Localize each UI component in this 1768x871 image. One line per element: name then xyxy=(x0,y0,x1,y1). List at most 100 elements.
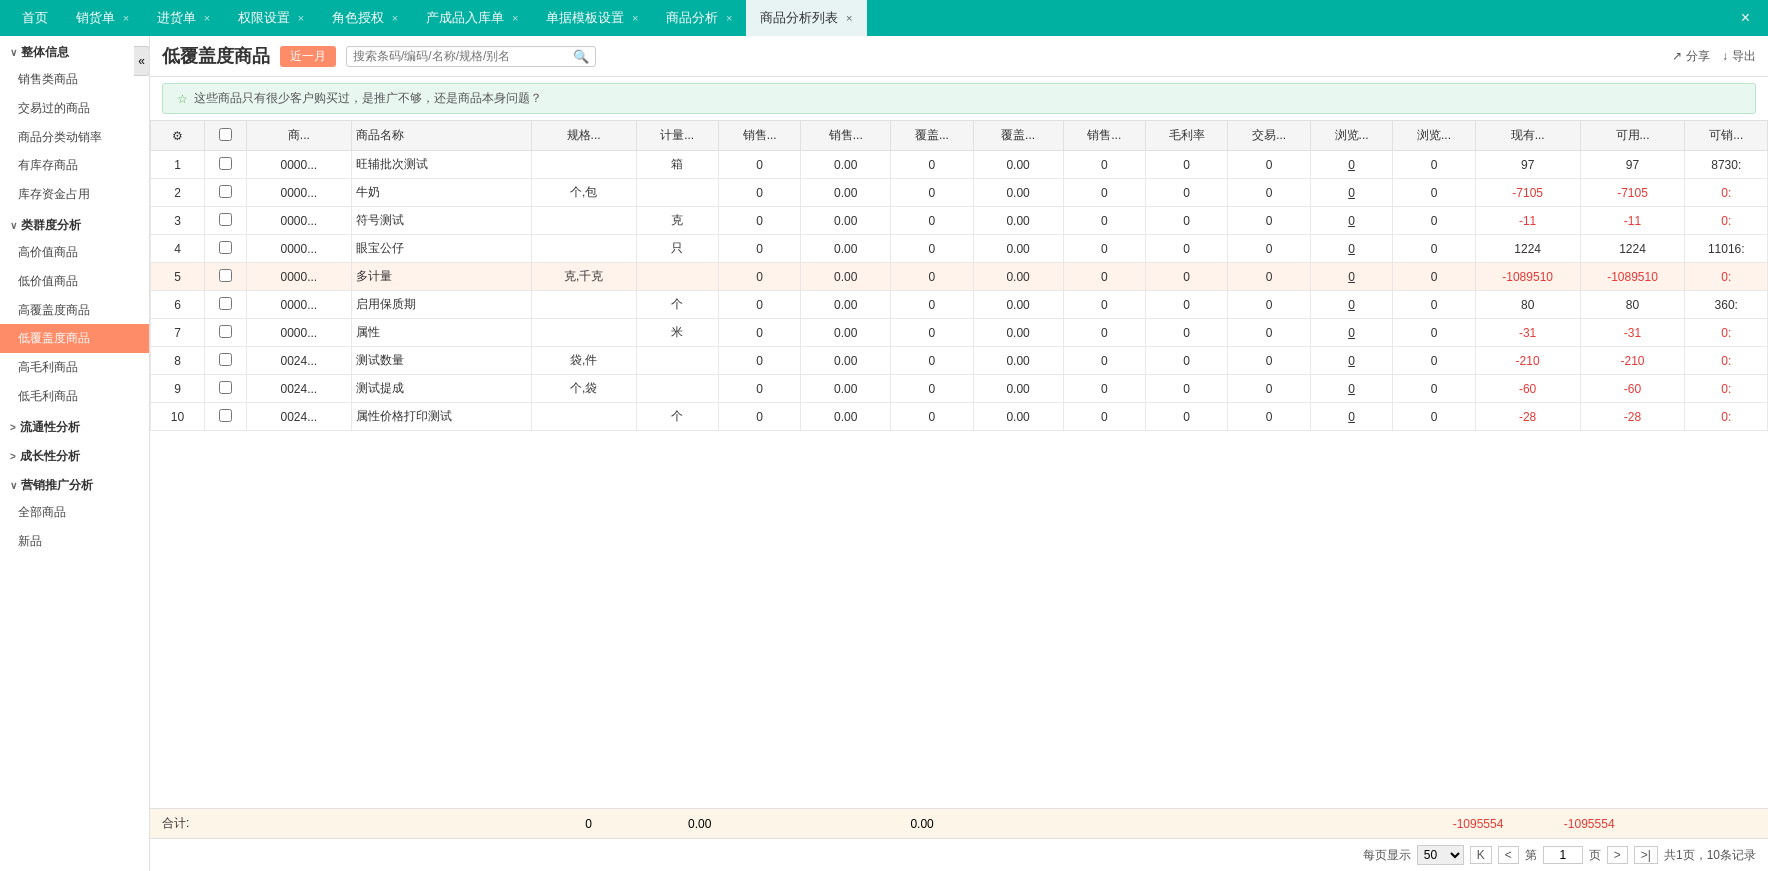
next-page-button[interactable]: > xyxy=(1607,846,1628,864)
cell-check[interactable] xyxy=(204,179,246,207)
nav-close-analysis-list[interactable]: × xyxy=(846,12,852,24)
sidebar-item-high-coverage[interactable]: 高覆盖度商品 xyxy=(0,296,149,325)
cell-b1[interactable]: 0 xyxy=(1310,263,1392,291)
cell-s1: 0 xyxy=(718,235,800,263)
nav-analysis-list[interactable]: 商品分析列表 × xyxy=(746,0,866,36)
share-button[interactable]: ↗ 分享 xyxy=(1672,48,1710,65)
app-close-button[interactable]: × xyxy=(1731,0,1760,36)
sidebar-item-low-margin[interactable]: 低毛利商品 xyxy=(0,382,149,411)
select-all-checkbox[interactable] xyxy=(219,128,232,141)
sidebar-item-low-coverage[interactable]: 低覆盖度商品 xyxy=(0,324,149,353)
nav-products[interactable]: 产成品入库单 × xyxy=(412,0,532,36)
sidebar-item-sales-goods[interactable]: 销售类商品 xyxy=(0,65,149,94)
data-table-container[interactable]: ⚙ 商... 商品名称 规格... 计量... 销售... 销售... 覆盖..… xyxy=(150,120,1768,808)
first-page-button[interactable]: K xyxy=(1470,846,1492,864)
row-checkbox[interactable] xyxy=(219,157,232,170)
page-number-input[interactable] xyxy=(1543,846,1583,864)
row-checkbox[interactable] xyxy=(219,409,232,422)
nav-home[interactable]: 首页 xyxy=(8,0,62,36)
cell-b1[interactable]: 0 xyxy=(1310,179,1392,207)
cell-check[interactable] xyxy=(204,347,246,375)
cell-available: 80 xyxy=(1580,291,1685,319)
cell-b1[interactable]: 0 xyxy=(1310,151,1392,179)
nav-close-sales[interactable]: × xyxy=(123,12,129,24)
cell-name: 眼宝公仔 xyxy=(351,235,531,263)
sidebar-section-liquidity[interactable]: > 流通性分析 xyxy=(0,411,149,440)
cell-b1[interactable]: 0 xyxy=(1310,319,1392,347)
cell-c1: 0 xyxy=(891,235,973,263)
sidebar-item-all-goods[interactable]: 全部商品 xyxy=(0,498,149,527)
row-checkbox[interactable] xyxy=(219,269,232,282)
nav-sales[interactable]: 销货单 × xyxy=(62,0,143,36)
sidebar-item-stock-goods[interactable]: 有库存商品 xyxy=(0,151,149,180)
sidebar-section-marketing[interactable]: ∨ 营销推广分析 xyxy=(0,469,149,498)
cell-check[interactable] xyxy=(204,375,246,403)
cell-b1[interactable]: 0 xyxy=(1310,347,1392,375)
cell-check[interactable] xyxy=(204,235,246,263)
nav-templates[interactable]: 单据模板设置 × xyxy=(532,0,652,36)
th-sales2: 销售... xyxy=(801,121,891,151)
nav-close-products[interactable]: × xyxy=(512,12,518,24)
table-row: 5 0000... 多计量 克,千克 0 0.00 0 0.00 0 0 0 0… xyxy=(151,263,1768,291)
nav-close-analysis[interactable]: × xyxy=(726,12,732,24)
last-page-button[interactable]: >| xyxy=(1634,846,1658,864)
row-checkbox[interactable] xyxy=(219,325,232,338)
nav-purchase[interactable]: 进货单 × xyxy=(143,0,224,36)
cell-check[interactable] xyxy=(204,151,246,179)
settings-icon[interactable]: ⚙ xyxy=(172,129,183,143)
th-code: 商... xyxy=(246,121,351,151)
cell-check[interactable] xyxy=(204,403,246,431)
nav-analysis[interactable]: 商品分析 × xyxy=(652,0,746,36)
cell-check[interactable] xyxy=(204,319,246,347)
export-button[interactable]: ↓ 导出 xyxy=(1722,48,1756,65)
sidebar-item-low-value[interactable]: 低价值商品 xyxy=(0,267,149,296)
sidebar-section-overview[interactable]: ∨ 整体信息 xyxy=(0,36,149,65)
row-checkbox[interactable] xyxy=(219,241,232,254)
sidebar-item-traded-goods[interactable]: 交易过的商品 xyxy=(0,94,149,123)
nav-close-templates[interactable]: × xyxy=(632,12,638,24)
per-page-select[interactable]: 50 100 200 xyxy=(1417,845,1464,865)
nav-close-permissions[interactable]: × xyxy=(298,12,304,24)
search-input[interactable] xyxy=(353,49,573,63)
row-checkbox[interactable] xyxy=(219,297,232,310)
cell-check[interactable] xyxy=(204,263,246,291)
share-icon: ↗ xyxy=(1672,49,1682,63)
cell-current: -210 xyxy=(1475,347,1580,375)
sidebar-item-category-rate[interactable]: 商品分类动销率 xyxy=(0,123,149,152)
th-settings[interactable]: ⚙ xyxy=(151,121,205,151)
sidebar-item-new-goods[interactable]: 新品 xyxy=(0,527,149,556)
row-checkbox[interactable] xyxy=(219,381,232,394)
nav-permissions[interactable]: 权限设置 × xyxy=(224,0,318,36)
row-checkbox[interactable] xyxy=(219,185,232,198)
cell-gross: 0 xyxy=(1146,319,1228,347)
row-checkbox[interactable] xyxy=(219,353,232,366)
th-checkbox[interactable] xyxy=(204,121,246,151)
sidebar-section-growth[interactable]: > 成长性分析 xyxy=(0,440,149,469)
nav-roles[interactable]: 角色授权 × xyxy=(318,0,412,36)
cell-code: 0024... xyxy=(246,347,351,375)
row-checkbox[interactable] xyxy=(219,213,232,226)
nav-close-roles[interactable]: × xyxy=(392,12,398,24)
footer-c2: 0.00 xyxy=(866,817,977,831)
cell-b1[interactable]: 0 xyxy=(1310,403,1392,431)
sidebar-item-high-margin[interactable]: 高毛利商品 xyxy=(0,353,149,382)
cell-unit xyxy=(636,347,718,375)
time-filter-button[interactable]: 近一月 xyxy=(280,46,336,67)
sidebar-item-high-value[interactable]: 高价值商品 xyxy=(0,238,149,267)
prev-page-button[interactable]: < xyxy=(1498,846,1519,864)
nav-close-purchase[interactable]: × xyxy=(204,12,210,24)
cell-check[interactable] xyxy=(204,291,246,319)
cell-b1[interactable]: 0 xyxy=(1310,375,1392,403)
th-available: 可用... xyxy=(1580,121,1685,151)
sidebar-toggle[interactable]: « xyxy=(134,46,150,76)
cell-c1: 0 xyxy=(891,375,973,403)
cell-check[interactable] xyxy=(204,207,246,235)
cell-b1[interactable]: 0 xyxy=(1310,235,1392,263)
cell-spec: 个,袋 xyxy=(531,375,636,403)
cell-trade: 0 xyxy=(1228,375,1310,403)
sidebar-section-cluster[interactable]: ∨ 类群度分析 xyxy=(0,209,149,238)
sidebar-item-stock-capital[interactable]: 库存资金占用 xyxy=(0,180,149,209)
cell-b1[interactable]: 0 xyxy=(1310,207,1392,235)
cell-b1[interactable]: 0 xyxy=(1310,291,1392,319)
th-browse2: 浏览... xyxy=(1393,121,1475,151)
